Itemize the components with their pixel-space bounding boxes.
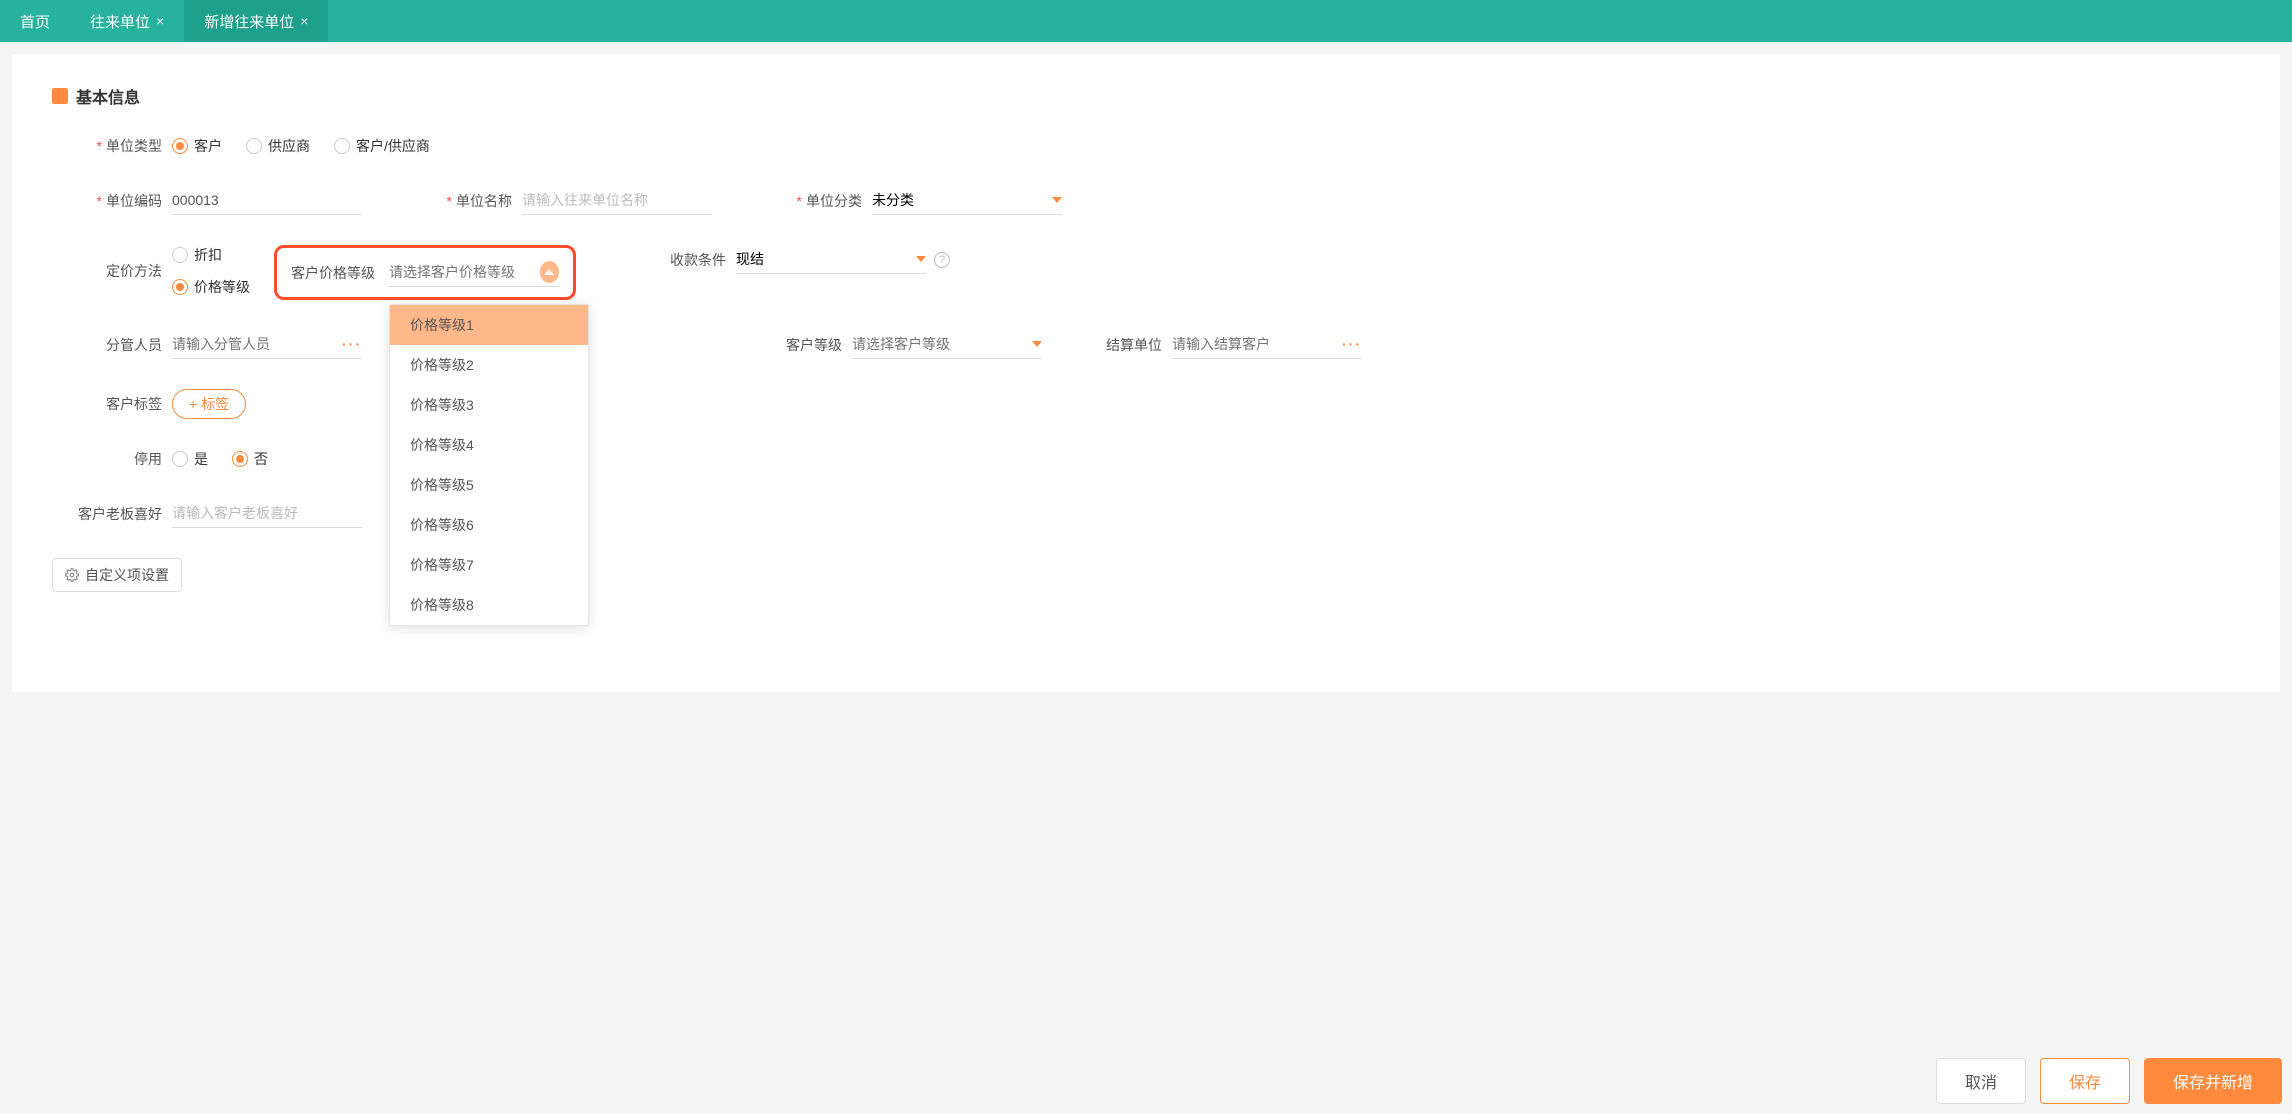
chevron-down-icon: [916, 256, 926, 262]
tab-home[interactable]: 首页: [0, 0, 70, 42]
tag-label: 客户标签: [52, 394, 162, 414]
tab-label: 往来单位: [90, 11, 150, 32]
help-icon[interactable]: ?: [934, 252, 950, 268]
section-header: 基本信息: [52, 84, 2240, 108]
boss-pref-input[interactable]: [172, 499, 362, 528]
tab-label: 新增往来单位: [204, 11, 294, 32]
price-level-label: 客户价格等级: [291, 263, 375, 283]
tab-contacts[interactable]: 往来单位 ×: [70, 0, 184, 42]
price-level-highlight: 客户价格等级 价格等级1 价格等级2 价格等级3 价格等级4 价格等级5 价格等…: [274, 245, 576, 300]
section-title: 基本信息: [76, 84, 140, 108]
dropdown-item[interactable]: 价格等级1: [390, 305, 588, 345]
radio-price-level[interactable]: 价格等级: [172, 277, 250, 297]
boss-pref-label: 客户老板喜好: [52, 504, 162, 524]
custom-fields-button[interactable]: 自定义项设置: [52, 558, 182, 592]
more-icon[interactable]: ···: [1342, 336, 1362, 352]
plus-icon: +: [189, 396, 197, 412]
disabled-label: 停用: [52, 449, 162, 469]
settle-input[interactable]: ···: [1172, 330, 1362, 359]
pay-cond-label: 收款条件: [616, 250, 726, 270]
radio-customer[interactable]: 客户: [172, 136, 222, 156]
unit-cat-label: *单位分类: [752, 191, 862, 211]
main-panel: 基本信息 *单位类型 客户 供应商 客户/供应商 *单位编码: [12, 54, 2280, 692]
dropdown-item[interactable]: 价格等级8: [390, 585, 588, 625]
more-icon[interactable]: ···: [342, 336, 362, 352]
dropdown-item[interactable]: 价格等级4: [390, 425, 588, 465]
tab-bar: 首页 往来单位 × 新增往来单位 ×: [0, 0, 2292, 42]
add-tag-button[interactable]: + 标签: [172, 389, 246, 419]
radio-both[interactable]: 客户/供应商: [334, 136, 430, 156]
radio-disabled-no[interactable]: 否: [232, 449, 268, 469]
price-level-dropdown: 价格等级1 价格等级2 价格等级3 价格等级4 价格等级5 价格等级6 价格等级…: [389, 304, 589, 626]
unit-cat-select[interactable]: [872, 186, 1062, 215]
dropdown-item[interactable]: 价格等级5: [390, 465, 588, 505]
gear-icon: [65, 568, 79, 582]
dropdown-item[interactable]: 价格等级6: [390, 505, 588, 545]
unit-code-label: *单位编码: [52, 191, 162, 211]
pricing-label: 定价方法: [52, 261, 162, 281]
save-button[interactable]: 保存: [2040, 1058, 2130, 1104]
cust-level-label: 客户等级: [732, 335, 842, 355]
price-level-select[interactable]: 价格等级1 价格等级2 价格等级3 价格等级4 价格等级5 价格等级6 价格等级…: [389, 258, 559, 287]
dropdown-item[interactable]: 价格等级2: [390, 345, 588, 385]
radio-supplier[interactable]: 供应商: [246, 136, 310, 156]
radio-disabled-yes[interactable]: 是: [172, 449, 208, 469]
pay-cond-select[interactable]: [736, 245, 926, 274]
tab-label: 首页: [20, 11, 50, 32]
unit-name-input[interactable]: [522, 186, 712, 215]
radio-discount[interactable]: 折扣: [172, 245, 250, 265]
chevron-down-icon: [1052, 197, 1062, 203]
unit-type-label: *单位类型: [52, 136, 162, 156]
manager-label: 分管人员: [52, 335, 162, 355]
footer-actions: 取消 保存 保存并新增: [1936, 1058, 2282, 1104]
unit-name-label: *单位名称: [402, 191, 512, 211]
chevron-up-icon[interactable]: [540, 261, 559, 283]
cust-level-select[interactable]: [852, 330, 1042, 359]
close-icon[interactable]: ×: [300, 13, 308, 29]
manager-input[interactable]: ···: [172, 330, 362, 359]
chevron-down-icon: [1032, 341, 1042, 347]
tab-new-contact[interactable]: 新增往来单位 ×: [184, 0, 328, 42]
settle-label: 结算单位: [1082, 335, 1162, 355]
section-icon: [52, 88, 68, 104]
dropdown-item[interactable]: 价格等级7: [390, 545, 588, 585]
unit-code-input[interactable]: [172, 186, 362, 215]
dropdown-item[interactable]: 价格等级3: [390, 385, 588, 425]
cancel-button[interactable]: 取消: [1936, 1058, 2026, 1104]
close-icon[interactable]: ×: [156, 13, 164, 29]
save-and-new-button[interactable]: 保存并新增: [2144, 1058, 2282, 1104]
